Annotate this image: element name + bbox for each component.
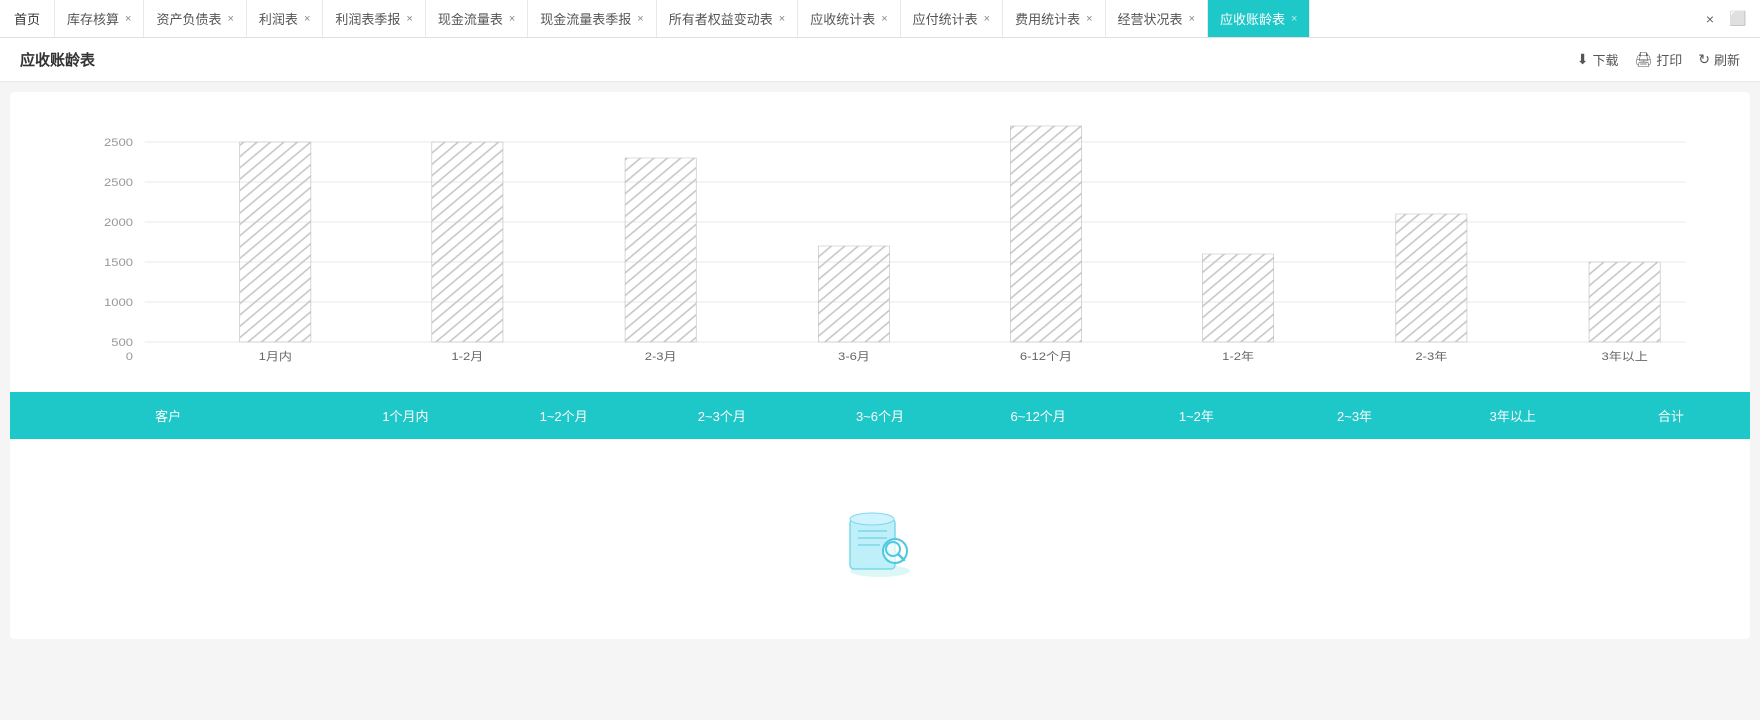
tab-expense[interactable]: 费用统计表 × [1003, 0, 1105, 38]
tab-close-profit-q[interactable]: × [406, 13, 412, 25]
refresh-icon: ↻ [1698, 51, 1710, 68]
tab-close-expense[interactable]: × [1086, 13, 1092, 25]
tab-close-ap-stat[interactable]: × [984, 13, 990, 25]
svg-text:1月内: 1月内 [259, 350, 292, 363]
tab-bar: 首页 库存核算×资产负债表×利润表×利润表季报×现金流量表×现金流量表季报×所有… [0, 0, 1760, 38]
tab-label-cashflow-q: 现金流量表季报 [540, 9, 631, 28]
bar-1-2year [1203, 254, 1274, 342]
bar-6-12month [1010, 126, 1081, 342]
print-button[interactable]: 🖨 打印 [1634, 50, 1682, 69]
tab-close-equity[interactable]: × [779, 13, 785, 25]
tab-close-balance[interactable]: × [227, 13, 233, 25]
svg-text:1-2月: 1-2月 [451, 350, 483, 363]
tab-label-ar-age: 应收账龄表 [1220, 9, 1285, 28]
tab-close-ar-age[interactable]: × [1291, 13, 1297, 25]
table-header-cell-7: 2~3年 [1275, 392, 1433, 439]
header-actions: ⬇ 下载 🖨 打印 ↻ 刷新 [1577, 50, 1740, 69]
svg-text:2-3年: 2-3年 [1415, 350, 1447, 363]
bar-3year-plus [1589, 262, 1660, 342]
tab-label-profit: 利润表 [259, 9, 298, 28]
tab-label-ar-stat: 应收统计表 [810, 9, 875, 28]
tab-close-profit[interactable]: × [304, 13, 310, 25]
tab-close-operation[interactable]: × [1189, 13, 1195, 25]
svg-text:1000: 1000 [104, 296, 133, 309]
print-icon: 🖨 [1634, 51, 1652, 68]
download-button[interactable]: ⬇ 下载 [1577, 50, 1619, 69]
svg-text:1500: 1500 [104, 256, 133, 269]
empty-icon [830, 499, 930, 579]
refresh-label: 刷新 [1714, 50, 1740, 69]
table-header-cell-2: 1~2个月 [485, 392, 643, 439]
tab-balance[interactable]: 资产负债表 × [144, 0, 246, 38]
tab-label-ap-stat: 应付统计表 [913, 9, 978, 28]
tab-label-operation: 经营状况表 [1118, 9, 1183, 28]
chart-area: 2500 2500 2000 1500 1000 500 0 1月内 1-2月 … [10, 92, 1750, 392]
svg-text:2-3月: 2-3月 [645, 350, 677, 363]
tab-operation[interactable]: 经营状况表 × [1106, 0, 1208, 38]
close-button[interactable]: × [1696, 5, 1724, 33]
bar-2-3month [625, 158, 696, 342]
tab-ar-age[interactable]: 应收账龄表 × [1208, 0, 1310, 38]
table-header-cell-9: 合计 [1592, 392, 1750, 439]
print-label: 打印 [1656, 50, 1682, 69]
page-title: 应收账龄表 [20, 49, 95, 70]
table-header-cell-5: 6~12个月 [959, 392, 1117, 439]
tab-home[interactable]: 首页 [0, 0, 55, 38]
bar-3-6month [818, 246, 889, 342]
table-header-cell-6: 1~2年 [1117, 392, 1275, 439]
download-label: 下载 [1592, 50, 1618, 69]
table-header-cell-3: 2~3个月 [643, 392, 801, 439]
svg-text:500: 500 [111, 336, 133, 349]
svg-text:2500: 2500 [104, 176, 133, 189]
tab-label-inventory: 库存核算 [67, 9, 119, 28]
tab-close-cashflow[interactable]: × [509, 13, 515, 25]
window-controls: × ⬜ [1696, 5, 1760, 33]
tab-cashflow[interactable]: 现金流量表 × [426, 0, 528, 38]
tab-close-inventory[interactable]: × [125, 13, 131, 25]
tab-ar-stat[interactable]: 应收统计表 × [798, 0, 900, 38]
main-content: 2500 2500 2000 1500 1000 500 0 1月内 1-2月 … [10, 92, 1750, 639]
svg-text:2500: 2500 [104, 136, 133, 149]
tab-equity[interactable]: 所有者权益变动表 × [657, 0, 798, 38]
svg-text:3年以上: 3年以上 [1601, 350, 1647, 363]
empty-state [10, 439, 1750, 639]
table-header-cell-4: 3~6个月 [801, 392, 959, 439]
tab-label-profit-q: 利润表季报 [335, 9, 400, 28]
table-header: 客户1个月内1~2个月2~3个月3~6个月6~12个月1~2年2~3年3年以上合… [10, 392, 1750, 439]
tab-ap-stat[interactable]: 应付统计表 × [901, 0, 1003, 38]
svg-text:2000: 2000 [104, 216, 133, 229]
bar-2-3year [1396, 214, 1467, 342]
table-header-cell-1: 1个月内 [326, 392, 484, 439]
svg-text:6-12个月: 6-12个月 [1020, 350, 1072, 363]
tab-close-ar-stat[interactable]: × [881, 13, 887, 25]
bar-1-2month [432, 142, 503, 342]
tab-label-equity: 所有者权益变动表 [669, 9, 773, 28]
svg-text:1-2年: 1-2年 [1222, 350, 1254, 363]
refresh-button[interactable]: ↻ 刷新 [1698, 50, 1740, 69]
bar-1month [240, 142, 311, 342]
tab-inventory[interactable]: 库存核算 × [55, 0, 144, 38]
download-icon: ⬇ [1577, 51, 1589, 68]
tab-cashflow-q[interactable]: 现金流量表季报 × [528, 0, 656, 38]
home-tab-label: 首页 [14, 9, 40, 28]
chart-svg: 2500 2500 2000 1500 1000 500 0 1月内 1-2月 … [50, 112, 1710, 372]
svg-text:0: 0 [126, 350, 134, 363]
tab-profit-q[interactable]: 利润表季报 × [323, 0, 425, 38]
page-header: 应收账龄表 ⬇ 下载 🖨 打印 ↻ 刷新 [0, 38, 1760, 82]
maximize-button[interactable]: ⬜ [1724, 5, 1752, 33]
tab-close-cashflow-q[interactable]: × [637, 13, 643, 25]
table-header-cell-8: 3年以上 [1434, 392, 1592, 439]
tab-profit[interactable]: 利润表 × [247, 0, 323, 38]
tab-label-expense: 费用统计表 [1015, 9, 1080, 28]
tab-label-balance: 资产负债表 [156, 9, 221, 28]
svg-text:3-6月: 3-6月 [838, 350, 870, 363]
table-header-cell-0: 客户 [10, 392, 326, 439]
tab-label-cashflow: 现金流量表 [438, 9, 503, 28]
